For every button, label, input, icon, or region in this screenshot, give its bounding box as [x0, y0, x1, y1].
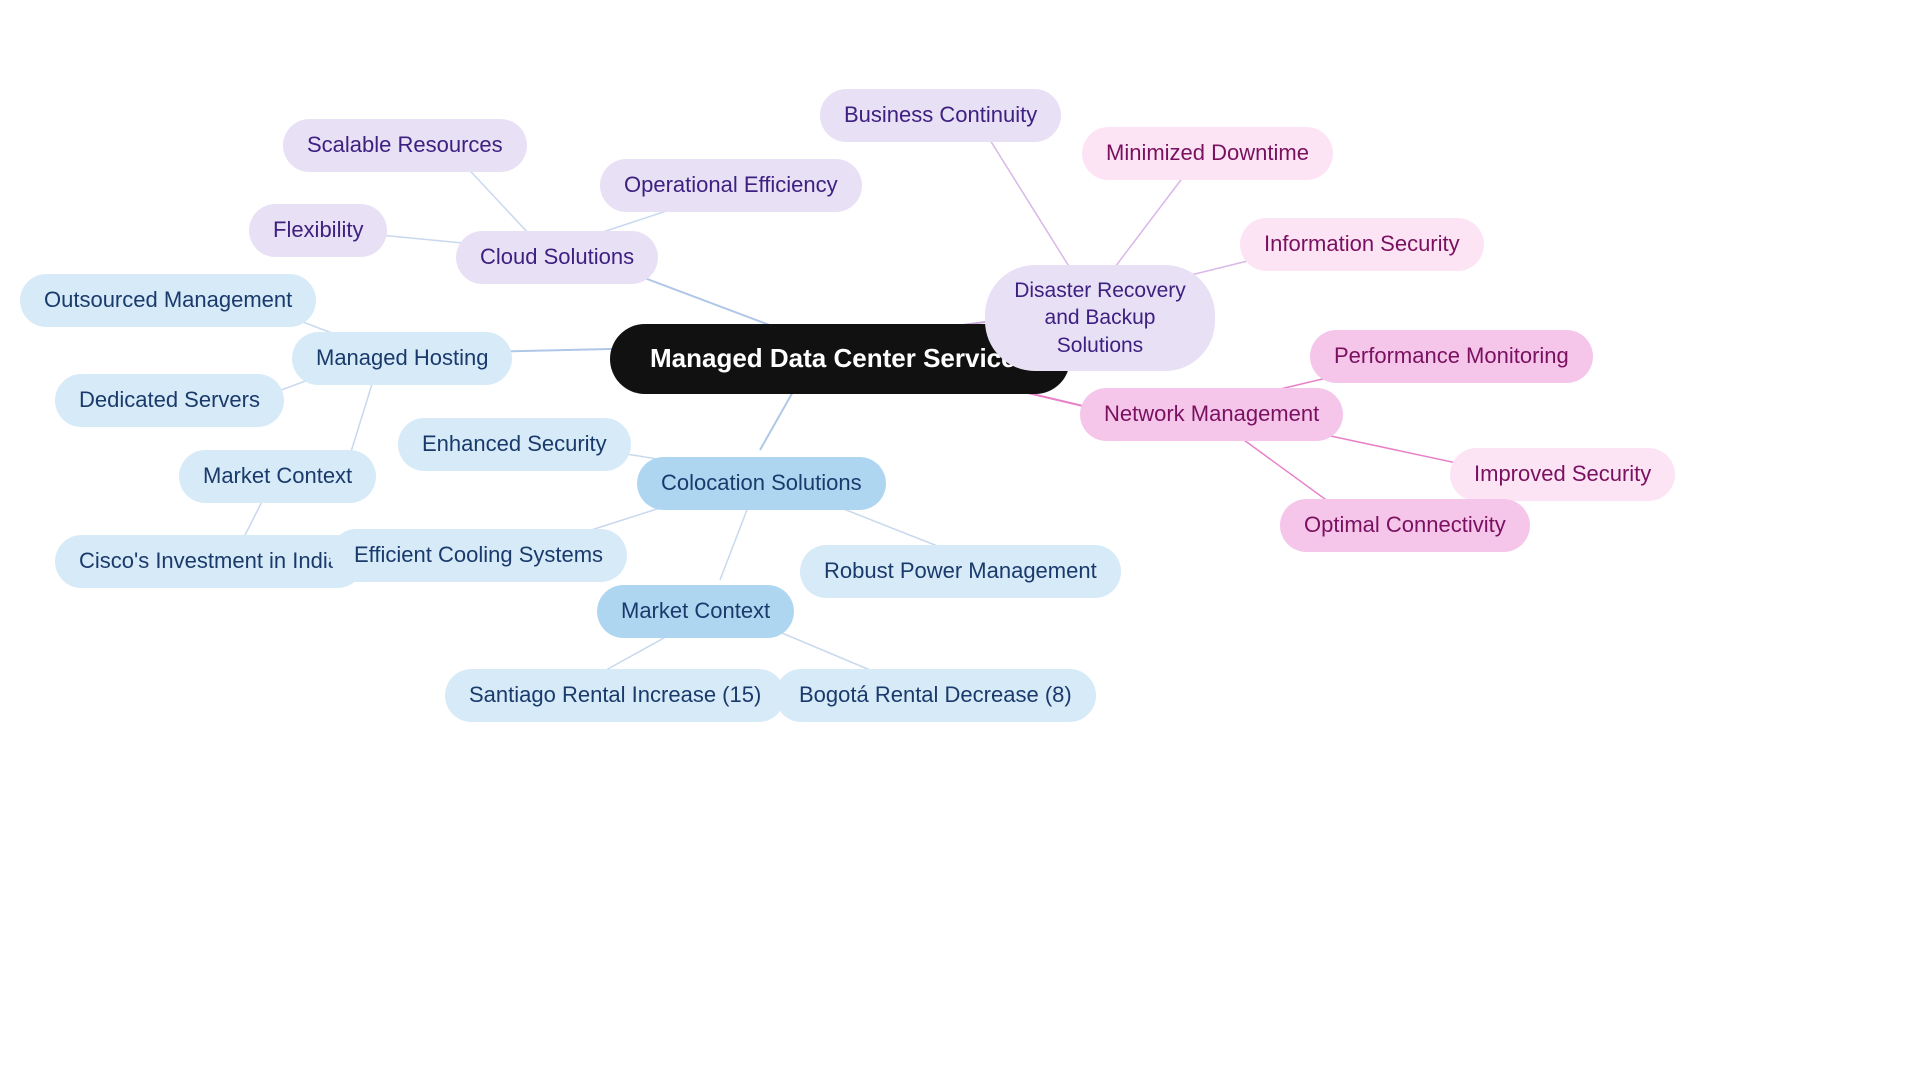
enhanced-security-node: Enhanced Security	[398, 418, 631, 471]
santiago-rental-node: Santiago Rental Increase (15)	[445, 669, 785, 722]
disaster-recovery-node: Disaster Recovery and Backup Solutions	[985, 265, 1215, 371]
dedicated-servers-node: Dedicated Servers	[55, 374, 284, 427]
flexibility-node: Flexibility	[249, 204, 387, 257]
cloud-solutions-node: Cloud Solutions	[456, 231, 658, 284]
network-management-node: Network Management	[1080, 388, 1343, 441]
outsourced-management-node: Outsourced Management	[20, 274, 316, 327]
market-context-left-node: Market Context	[179, 450, 376, 503]
managed-hosting-node: Managed Hosting	[292, 332, 512, 385]
efficient-cooling-node: Efficient Cooling Systems	[330, 529, 627, 582]
ciscos-investment-node: Cisco's Investment in India	[55, 535, 364, 588]
optimal-connectivity-node: Optimal Connectivity	[1280, 499, 1530, 552]
bogota-rental-node: Bogotá Rental Decrease (8)	[775, 669, 1096, 722]
performance-monitoring-node: Performance Monitoring	[1310, 330, 1593, 383]
colocation-solutions-node: Colocation Solutions	[637, 457, 886, 510]
minimized-downtime-node: Minimized Downtime	[1082, 127, 1333, 180]
improved-security-node: Improved Security	[1450, 448, 1675, 501]
information-security-node: Information Security	[1240, 218, 1484, 271]
operational-efficiency-node: Operational Efficiency	[600, 159, 862, 212]
robust-power-node: Robust Power Management	[800, 545, 1121, 598]
business-continuity-node: Business Continuity	[820, 89, 1061, 142]
market-context-col-node: Market Context	[597, 585, 794, 638]
scalable-resources-node: Scalable Resources	[283, 119, 527, 172]
